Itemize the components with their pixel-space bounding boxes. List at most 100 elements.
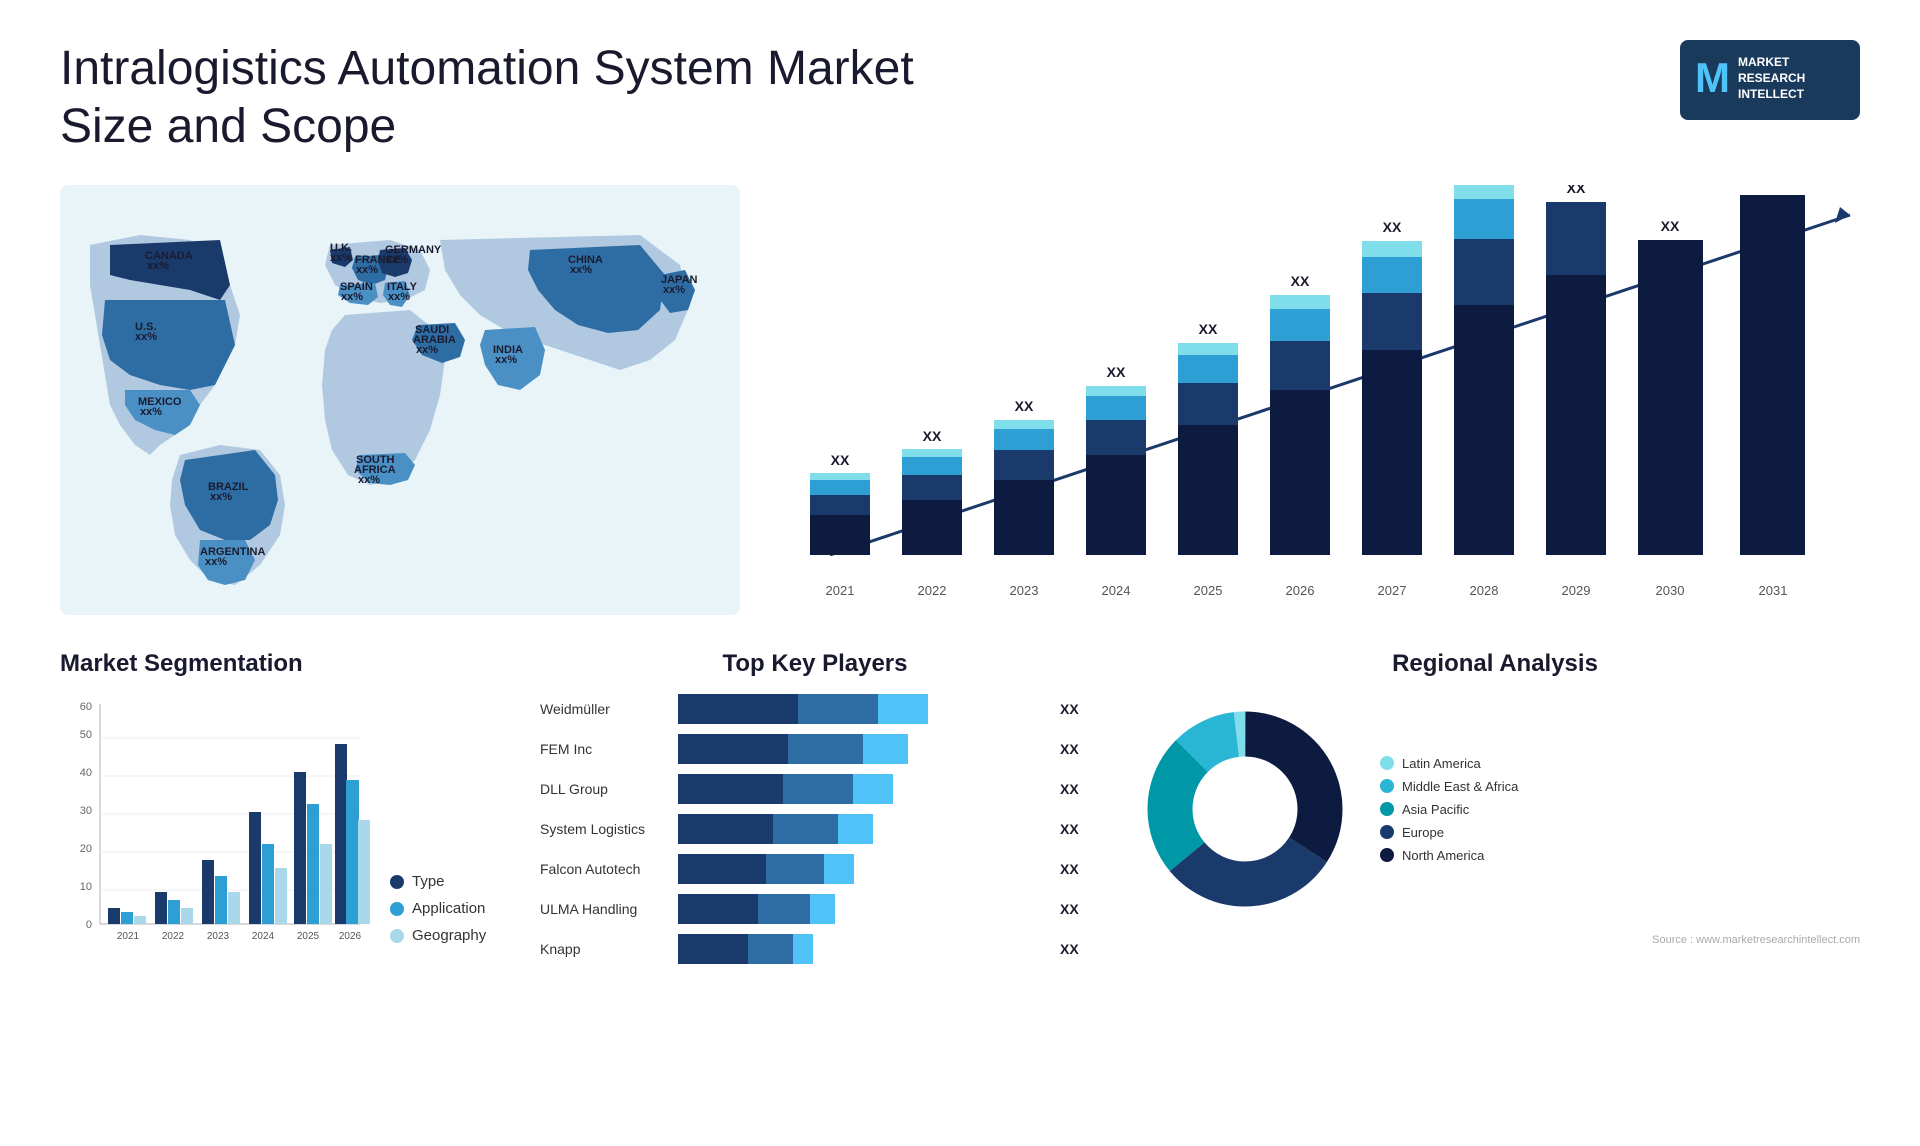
svg-text:2021: 2021 xyxy=(826,583,855,598)
svg-text:XX: XX xyxy=(831,452,850,468)
bar-seg3 xyxy=(824,854,854,884)
player-xx: XX xyxy=(1060,821,1090,837)
legend-label-geography: Geography xyxy=(412,927,486,944)
regional-legend-item: Middle East & Africa xyxy=(1380,779,1518,794)
svg-text:xx%: xx% xyxy=(147,260,169,272)
svg-text:2026: 2026 xyxy=(1286,583,1315,598)
svg-text:2026: 2026 xyxy=(339,931,362,942)
svg-text:2027: 2027 xyxy=(1378,583,1407,598)
segmentation-title: Market Segmentation xyxy=(60,650,500,678)
bottom-row: Market Segmentation 0 10 20 30 40 50 60 xyxy=(60,650,1860,974)
svg-text:xx%: xx% xyxy=(358,474,380,486)
svg-text:2025: 2025 xyxy=(297,931,320,942)
player-name: Weidmüller xyxy=(540,701,670,717)
player-xx: XX xyxy=(1060,861,1090,877)
regional-legend-label: North America xyxy=(1402,848,1484,863)
player-name: Falcon Autotech xyxy=(540,861,670,877)
player-name: FEM Inc xyxy=(540,741,670,757)
player-name: ULMA Handling xyxy=(540,901,670,917)
legend-geography: Geography xyxy=(390,927,486,944)
svg-text:xx%: xx% xyxy=(386,254,408,266)
header: Intralogistics Automation System Market … xyxy=(60,40,1860,155)
map-svg: CANADA xx% U.S. xx% MEXICO xx% BRAZIL xx… xyxy=(60,185,740,615)
regional-container: Latin America Middle East & Africa Asia … xyxy=(1130,694,1860,924)
bar-seg3 xyxy=(810,894,835,924)
svg-text:XX: XX xyxy=(1383,219,1402,235)
legend-application: Application xyxy=(390,900,486,917)
svg-text:XX: XX xyxy=(1107,364,1126,380)
svg-text:xx%: xx% xyxy=(570,264,592,276)
regional-legend-label: Latin America xyxy=(1402,756,1481,771)
svg-text:xx%: xx% xyxy=(135,331,157,343)
svg-text:20: 20 xyxy=(80,843,92,855)
player-row: Knapp XX xyxy=(540,934,1090,964)
player-row: Weidmüller XX xyxy=(540,694,1090,724)
svg-text:2024: 2024 xyxy=(1102,583,1131,598)
svg-text:INTELLECT: INTELLECT xyxy=(1738,87,1805,101)
svg-text:xx%: xx% xyxy=(330,252,352,264)
bar-seg2 xyxy=(798,694,878,724)
regional-dot xyxy=(1380,848,1394,862)
regional-dot xyxy=(1380,825,1394,839)
player-bar xyxy=(678,934,1052,964)
legend-dot-type xyxy=(390,875,404,889)
bar-seg1 xyxy=(678,934,748,964)
bar-seg1 xyxy=(678,814,773,844)
bar-seg2 xyxy=(758,894,810,924)
player-row: ULMA Handling XX xyxy=(540,894,1090,924)
svg-text:2028: 2028 xyxy=(1470,583,1499,598)
svg-text:40: 40 xyxy=(80,767,92,779)
logo-area: M MARKET RESEARCH INTELLECT xyxy=(1680,40,1860,120)
top-players: Top Key Players Weidmüller XX FEM Inc xyxy=(540,650,1090,974)
regional-legend-label: Europe xyxy=(1402,825,1444,840)
svg-text:10: 10 xyxy=(80,881,92,893)
donut-chart-svg xyxy=(1130,694,1360,924)
svg-text:2023: 2023 xyxy=(1010,583,1039,598)
seg-chart-svg: 0 10 20 30 40 50 60 xyxy=(60,694,370,964)
regional-dot xyxy=(1380,802,1394,816)
players-list: Weidmüller XX FEM Inc XX xyxy=(540,694,1090,964)
legend-dot-geography xyxy=(390,929,404,943)
svg-text:xx%: xx% xyxy=(663,284,685,296)
bar-seg2 xyxy=(788,734,863,764)
legend-label-application: Application xyxy=(412,900,485,917)
page-container: Intralogistics Automation System Market … xyxy=(0,0,1920,1146)
bar-seg2 xyxy=(783,774,853,804)
regional-legend: Latin America Middle East & Africa Asia … xyxy=(1380,756,1518,863)
page-title: Intralogistics Automation System Market … xyxy=(60,40,960,155)
bar-seg2 xyxy=(766,854,824,884)
seg-legend: Type Application Geography xyxy=(390,873,486,964)
logo-svg: M MARKET RESEARCH INTELLECT xyxy=(1680,40,1860,120)
bar-chart-svg: XX 2021 XX 2022 XX 2023 xyxy=(780,185,1880,615)
svg-text:xx%: xx% xyxy=(205,556,227,568)
svg-text:2023: 2023 xyxy=(207,931,230,942)
svg-text:xx%: xx% xyxy=(356,264,378,276)
bar-chart-section: XX 2021 XX 2022 XX 2023 xyxy=(780,185,1880,620)
regional-dot xyxy=(1380,779,1394,793)
svg-text:XX: XX xyxy=(1762,185,1784,189)
svg-text:2021: 2021 xyxy=(117,931,140,942)
svg-text:30: 30 xyxy=(80,805,92,817)
svg-text:XX: XX xyxy=(1475,185,1494,188)
svg-text:60: 60 xyxy=(80,701,92,713)
players-title: Top Key Players xyxy=(540,650,1090,678)
player-bar xyxy=(678,854,1052,884)
world-map: CANADA xx% U.S. xx% MEXICO xx% BRAZIL xx… xyxy=(60,185,740,615)
regional-legend-label: Middle East & Africa xyxy=(1402,779,1518,794)
player-name: DLL Group xyxy=(540,781,670,797)
player-xx: XX xyxy=(1060,701,1090,717)
player-bar xyxy=(678,814,1052,844)
svg-text:XX: XX xyxy=(1291,273,1310,289)
top-row: CANADA xx% U.S. xx% MEXICO xx% BRAZIL xx… xyxy=(60,185,1860,620)
regional-legend-item: Latin America xyxy=(1380,756,1518,771)
player-name: Knapp xyxy=(540,941,670,957)
bar-seg2 xyxy=(748,934,793,964)
svg-text:RESEARCH: RESEARCH xyxy=(1738,71,1805,85)
svg-text:2025: 2025 xyxy=(1194,583,1223,598)
svg-text:2024: 2024 xyxy=(252,931,275,942)
seg-container: 0 10 20 30 40 50 60 xyxy=(60,694,500,964)
svg-text:2022: 2022 xyxy=(918,583,947,598)
bar-seg1 xyxy=(678,734,788,764)
player-name: System Logistics xyxy=(540,821,670,837)
player-xx: XX xyxy=(1060,941,1090,957)
